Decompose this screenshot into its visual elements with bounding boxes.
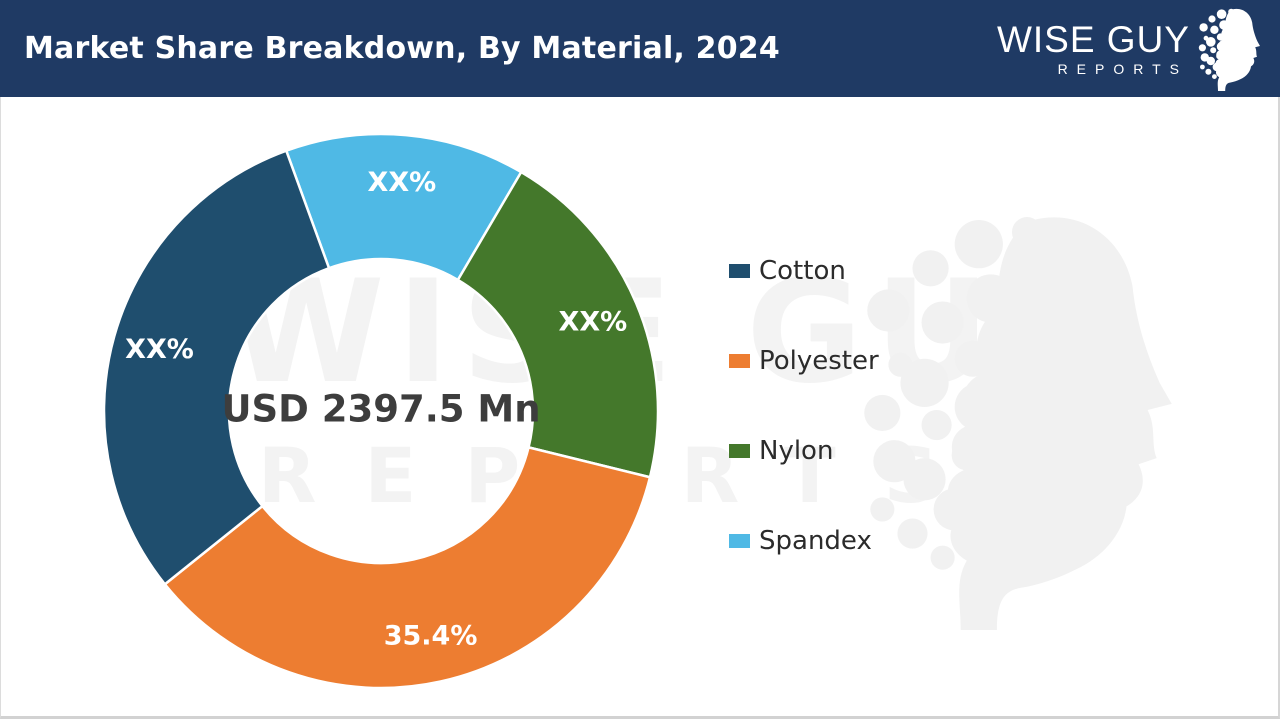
legend-item-spandex: Spandex	[729, 526, 879, 556]
legend-label: Spandex	[759, 526, 872, 556]
legend-label: Polyester	[759, 346, 879, 376]
legend-swatch-spandex	[729, 534, 750, 548]
segment-label-cotton: XX%	[125, 334, 194, 365]
page-title: Market Share Breakdown, By Material, 202…	[24, 31, 780, 66]
legend-label: Nylon	[759, 436, 834, 466]
legend-swatch-polyester	[729, 354, 750, 368]
logo-face-icon	[1198, 8, 1260, 91]
legend-item-polyester: Polyester	[729, 346, 879, 376]
logo-wordmark: WISE GUY	[996, 18, 1190, 60]
legend-label: Cotton	[759, 256, 846, 286]
segment-label-nylon: XX%	[559, 307, 628, 338]
legend-item-nylon: Nylon	[729, 436, 879, 466]
segment-label-spandex: XX%	[368, 167, 437, 198]
infographic-page: Market Share Breakdown, By Material, 202…	[0, 0, 1280, 720]
header-bar: Market Share Breakdown, By Material, 202…	[0, 0, 1280, 97]
legend-item-cotton: Cotton	[729, 256, 879, 286]
watermark-face-icon	[864, 217, 1172, 630]
legend-swatch-cotton	[729, 264, 750, 278]
logo-text: WISE GUY REPORTS	[997, 21, 1190, 77]
donut-segment-cotton	[102, 149, 331, 586]
chart-legend: Cotton Polyester Nylon Spandex	[729, 256, 879, 556]
logo-subtitle: REPORTS	[1057, 60, 1188, 77]
donut-center-value: USD 2397.5 Mn	[221, 387, 541, 431]
wise-guy-logo: WISE GUY REPORTS	[997, 7, 1266, 91]
segment-label-polyester: 35.4%	[384, 621, 478, 652]
legend-swatch-nylon	[729, 444, 750, 458]
